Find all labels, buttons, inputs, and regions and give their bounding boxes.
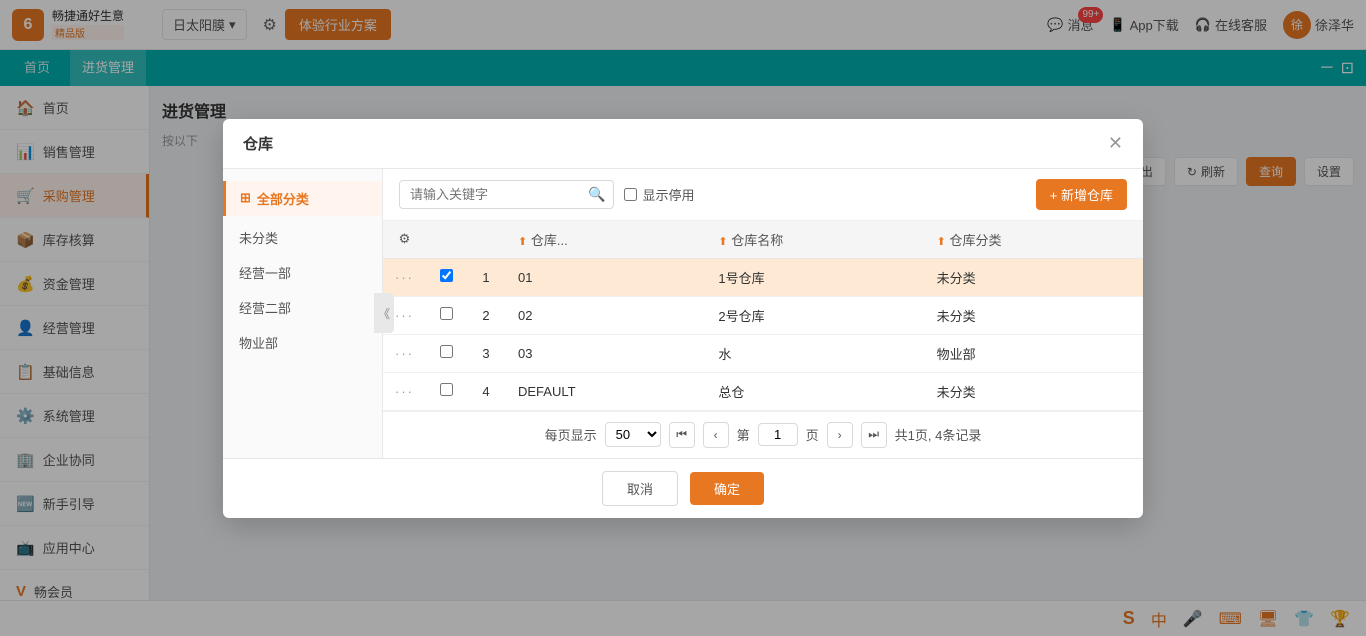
confirm-button[interactable]: 确定 [690, 472, 764, 505]
th-checkbox [426, 221, 466, 259]
row-num: 2 [466, 296, 506, 334]
table-body: ··· 1 01 1号仓库 未分类 ··· 2 02 2号仓库 未分类 ··· … [383, 258, 1143, 410]
dialog-body: ⊞ 全部分类 未分类 经营一部 经营二部 物业部 《 🔍 [223, 169, 1143, 458]
th-code: ⬆ 仓库... [506, 221, 706, 259]
category-item-unclassified[interactable]: 未分类 [223, 220, 382, 255]
sort-icon: ⬆ [718, 236, 727, 248]
add-warehouse-button[interactable]: + 新增仓库 [1036, 179, 1127, 210]
row-category: 物业部 [925, 334, 1143, 372]
row-checkbox[interactable] [426, 258, 466, 296]
last-page-button[interactable]: ⏭ [861, 422, 887, 448]
row-more[interactable]: ··· [383, 372, 426, 410]
search-button[interactable]: 🔍 [580, 181, 613, 208]
row-checkbox[interactable] [426, 296, 466, 334]
page-size-label: 每页显示 [545, 425, 597, 444]
dialog-title: 仓库 [243, 133, 273, 154]
row-name: 总仓 [706, 372, 924, 410]
row-checkbox[interactable] [426, 372, 466, 410]
row-num: 1 [466, 258, 506, 296]
page-number-input[interactable] [758, 423, 798, 446]
category-sidebar: ⊞ 全部分类 未分类 经营一部 经营二部 物业部 《 [223, 169, 383, 458]
page-word: 第 [737, 425, 750, 444]
category-header[interactable]: ⊞ 全部分类 [223, 181, 382, 216]
collapse-button[interactable]: 《 [374, 293, 394, 333]
dialog-toolbar: 🔍 显示停用 + 新增仓库 [383, 169, 1143, 221]
dialog-footer: 取消 确定 [223, 458, 1143, 518]
close-icon[interactable]: ✕ [1108, 133, 1123, 154]
warehouse-dialog: 仓库 ✕ ⊞ 全部分类 未分类 经营一部 经营二部 物业部 《 [223, 119, 1143, 518]
show-disabled-checkbox[interactable] [624, 188, 637, 201]
dialog-overlay: 仓库 ✕ ⊞ 全部分类 未分类 经营一部 经营二部 物业部 《 [0, 0, 1366, 636]
dialog-toolbar-left: 🔍 显示停用 [399, 180, 694, 209]
pagination: 每页显示 50 20 100 ⏮ ‹ 第 页 › ⏭ 共1页, 4条记录 [383, 411, 1143, 458]
row-name: 水 [706, 334, 924, 372]
category-item-operations1[interactable]: 经营一部 [223, 255, 382, 290]
row-code: DEFAULT [506, 372, 706, 410]
row-num: 3 [466, 334, 506, 372]
grid-icon: ⊞ [240, 190, 251, 206]
row-more[interactable]: ··· [383, 334, 426, 372]
th-name: ⬆ 仓库名称 [706, 221, 924, 259]
table-wrap: ⚙ ⬆ 仓库... ⬆ 仓库名称 [383, 221, 1143, 411]
row-checkbox[interactable] [426, 334, 466, 372]
table-row[interactable]: ··· 1 01 1号仓库 未分类 [383, 258, 1143, 296]
table-row[interactable]: ··· 3 03 水 物业部 [383, 334, 1143, 372]
warehouse-table: ⚙ ⬆ 仓库... ⬆ 仓库名称 [383, 221, 1143, 411]
table-row[interactable]: ··· 2 02 2号仓库 未分类 [383, 296, 1143, 334]
prev-page-button[interactable]: ‹ [703, 422, 729, 448]
sort-icon: ⬆ [518, 236, 527, 248]
row-code: 01 [506, 258, 706, 296]
row-category: 未分类 [925, 372, 1143, 410]
page-size-select[interactable]: 50 20 100 [605, 422, 661, 447]
row-category: 未分类 [925, 258, 1143, 296]
search-input[interactable] [400, 182, 580, 207]
next-page-button[interactable]: › [827, 422, 853, 448]
table-header-row: ⚙ ⬆ 仓库... ⬆ 仓库名称 [383, 221, 1143, 259]
cancel-button[interactable]: 取消 [602, 471, 678, 506]
category-item-property[interactable]: 物业部 [223, 325, 382, 360]
dialog-header: 仓库 ✕ [223, 119, 1143, 169]
show-disabled-label[interactable]: 显示停用 [624, 185, 694, 204]
row-more[interactable]: ··· [383, 258, 426, 296]
th-settings: ⚙ [383, 221, 426, 259]
page-label: 页 [806, 425, 819, 444]
search-wrap: 🔍 [399, 180, 614, 209]
table-row[interactable]: ··· 4 DEFAULT 总仓 未分类 [383, 372, 1143, 410]
row-name: 2号仓库 [706, 296, 924, 334]
dialog-main: 🔍 显示停用 + 新增仓库 ⚙ [383, 169, 1143, 458]
category-item-operations2[interactable]: 经营二部 [223, 290, 382, 325]
row-num: 4 [466, 372, 506, 410]
row-code: 02 [506, 296, 706, 334]
row-code: 03 [506, 334, 706, 372]
row-name: 1号仓库 [706, 258, 924, 296]
sort-icon: ⬆ [937, 236, 946, 248]
th-num [466, 221, 506, 259]
total-label: 共1页, 4条记录 [895, 425, 982, 444]
row-category: 未分类 [925, 296, 1143, 334]
first-page-button[interactable]: ⏮ [669, 422, 695, 448]
th-category: ⬆ 仓库分类 [925, 221, 1143, 259]
